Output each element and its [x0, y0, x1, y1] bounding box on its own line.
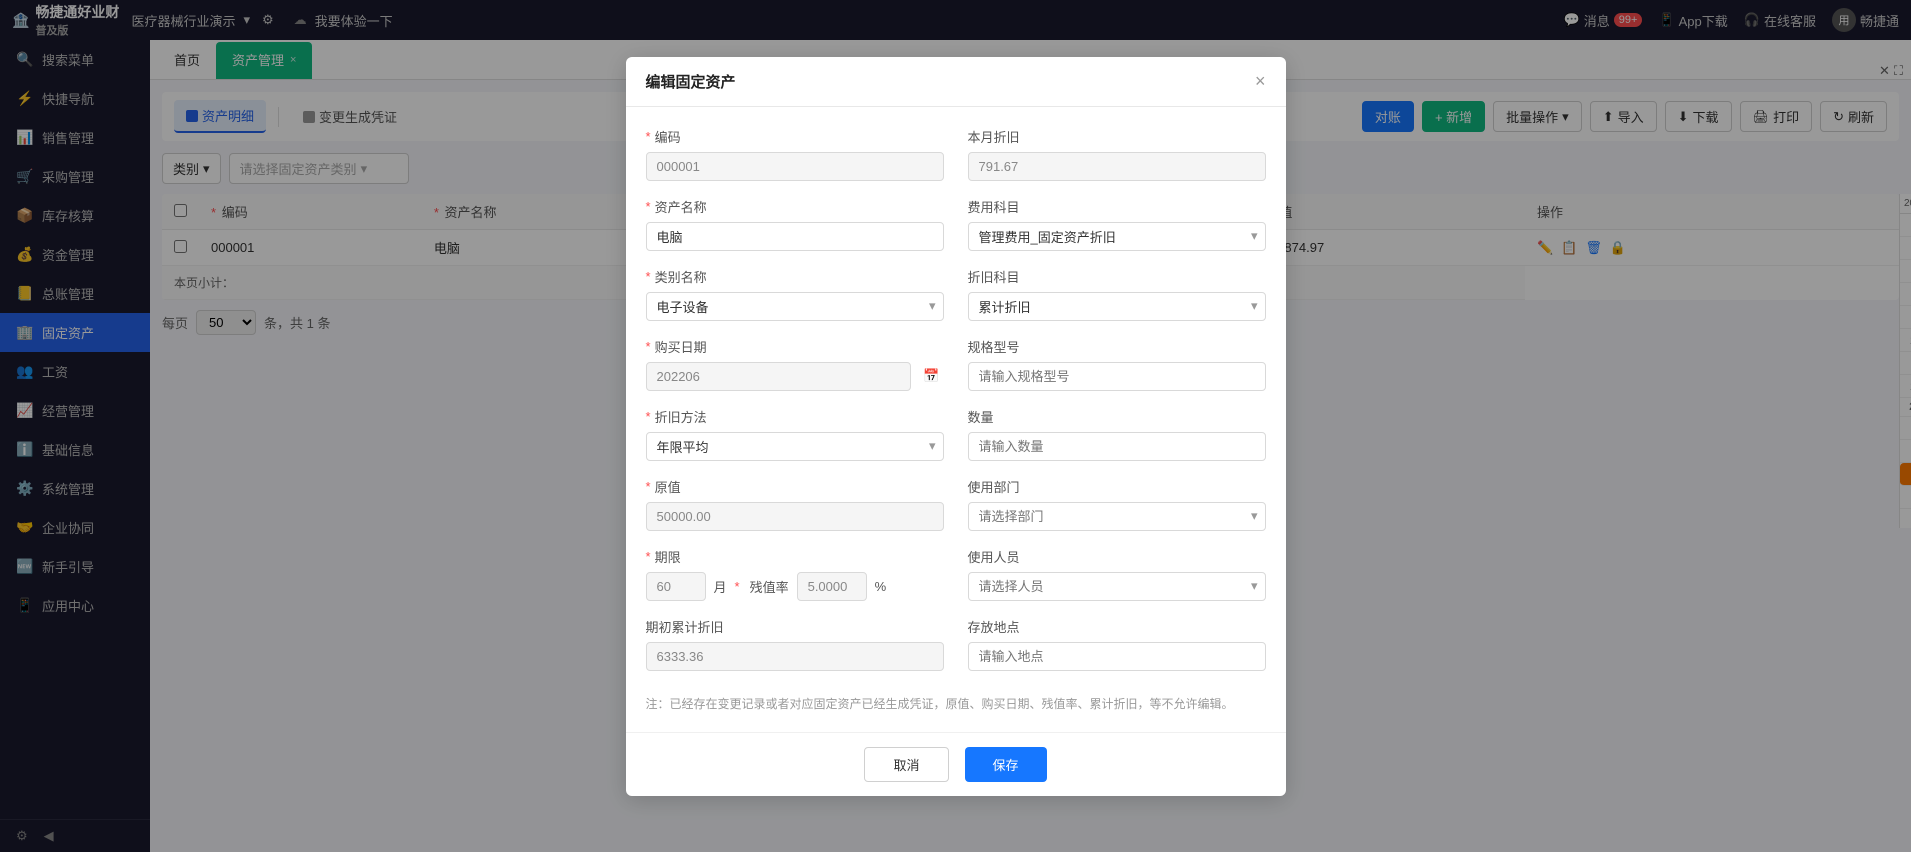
form-item-use-person: 使用人员 ▾	[968, 547, 1266, 601]
form-label-category: * 类别名称	[646, 267, 944, 286]
purchase-date-row: 📅	[646, 362, 944, 391]
form-item-original-value: * 原值	[646, 477, 944, 531]
purchase-date-input[interactable]	[646, 362, 912, 391]
form-note: 注：已经存在变更记录或者对应固定资产已经生成凭证，原值、购买日期、残值率、累计折…	[646, 695, 1266, 712]
period-input[interactable]	[646, 572, 706, 601]
form-label-dep-method: * 折旧方法	[646, 407, 944, 426]
form-item-category: * 类别名称 ▾	[646, 267, 944, 321]
form-label-expense-subject: 费用科目	[968, 197, 1266, 216]
monthly-dep-input[interactable]	[968, 152, 1266, 181]
edit-asset-modal: 编辑固定资产 × * 编码 本月折旧	[626, 57, 1286, 796]
dep-method-wrapper: ▾	[646, 432, 944, 461]
form-item-initial-accumulated: 期初累计折旧	[646, 617, 944, 671]
form-item-spec-model: 规格型号	[968, 337, 1266, 391]
form-label-monthly-dep: 本月折旧	[968, 127, 1266, 146]
form-label-original-value: * 原值	[646, 477, 944, 496]
form-item-dep-subject: 折旧科目 ▾	[968, 267, 1266, 321]
modal-title: 编辑固定资产	[646, 71, 736, 92]
form-item-expense-subject: 费用科目 ▾	[968, 197, 1266, 251]
form-label-storage-location: 存放地点	[968, 617, 1266, 636]
form-item-asset-name: * 资产名称	[646, 197, 944, 251]
modal-header: 编辑固定资产 ×	[626, 57, 1286, 107]
expense-subject-input[interactable]	[968, 222, 1266, 251]
use-person-input[interactable]	[968, 572, 1266, 601]
form-item-code: * 编码	[646, 127, 944, 181]
form-label-period: * 期限	[646, 547, 944, 566]
use-person-wrapper: ▾	[968, 572, 1266, 601]
asset-name-input[interactable]	[646, 222, 944, 251]
form-grid: * 编码 本月折旧 * 资产名称	[646, 127, 1266, 712]
cancel-button[interactable]: 取消	[864, 747, 948, 782]
residual-rate-unit: %	[875, 579, 887, 594]
original-value-input[interactable]	[646, 502, 944, 531]
residual-rate-label: 残值率	[750, 577, 789, 596]
form-item-storage-location: 存放地点	[968, 617, 1266, 671]
form-item-use-dept: 使用部门 ▾	[968, 477, 1266, 531]
save-button[interactable]: 保存	[965, 747, 1047, 782]
use-dept-wrapper: ▾	[968, 502, 1266, 531]
storage-location-input[interactable]	[968, 642, 1266, 671]
expense-subject-wrapper: ▾	[968, 222, 1266, 251]
dep-subject-wrapper: ▾	[968, 292, 1266, 321]
period-unit: 月	[714, 577, 727, 596]
code-input[interactable]	[646, 152, 944, 181]
dep-method-input[interactable]	[646, 432, 944, 461]
modal-body: * 编码 本月折旧 * 资产名称	[626, 107, 1286, 732]
residual-rate-input[interactable]	[797, 572, 867, 601]
modal-overlay[interactable]: 编辑固定资产 × * 编码 本月折旧	[0, 0, 1911, 852]
form-label-use-person: 使用人员	[968, 547, 1266, 566]
form-label-purchase-date: * 购买日期	[646, 337, 944, 356]
category-input[interactable]	[646, 292, 944, 321]
quantity-input[interactable]	[968, 432, 1266, 461]
form-label-spec-model: 规格型号	[968, 337, 1266, 356]
form-item-purchase-date: * 购买日期 📅	[646, 337, 944, 391]
modal-footer: 取消 保存	[626, 732, 1286, 796]
form-item-period-residual: * 期限 月 * 残值率 %	[646, 547, 944, 601]
period-row: 月 * 残值率 %	[646, 572, 944, 601]
form-label-dep-subject: 折旧科目	[968, 267, 1266, 286]
form-item-quantity: 数量	[968, 407, 1266, 461]
form-label-asset-name: * 资产名称	[646, 197, 944, 216]
calendar-icon[interactable]: 📅	[919, 364, 943, 388]
form-label-initial-accumulated: 期初累计折旧	[646, 617, 944, 636]
category-wrapper: ▾	[646, 292, 944, 321]
spec-model-input[interactable]	[968, 362, 1266, 391]
form-label-quantity: 数量	[968, 407, 1266, 426]
form-item-dep-method: * 折旧方法 ▾	[646, 407, 944, 461]
form-label-use-dept: 使用部门	[968, 477, 1266, 496]
use-dept-input[interactable]	[968, 502, 1266, 531]
form-label-code: * 编码	[646, 127, 944, 146]
modal-close-btn[interactable]: ×	[1255, 72, 1266, 90]
dep-subject-input[interactable]	[968, 292, 1266, 321]
form-item-monthly-dep: 本月折旧	[968, 127, 1266, 181]
initial-accumulated-input[interactable]	[646, 642, 944, 671]
